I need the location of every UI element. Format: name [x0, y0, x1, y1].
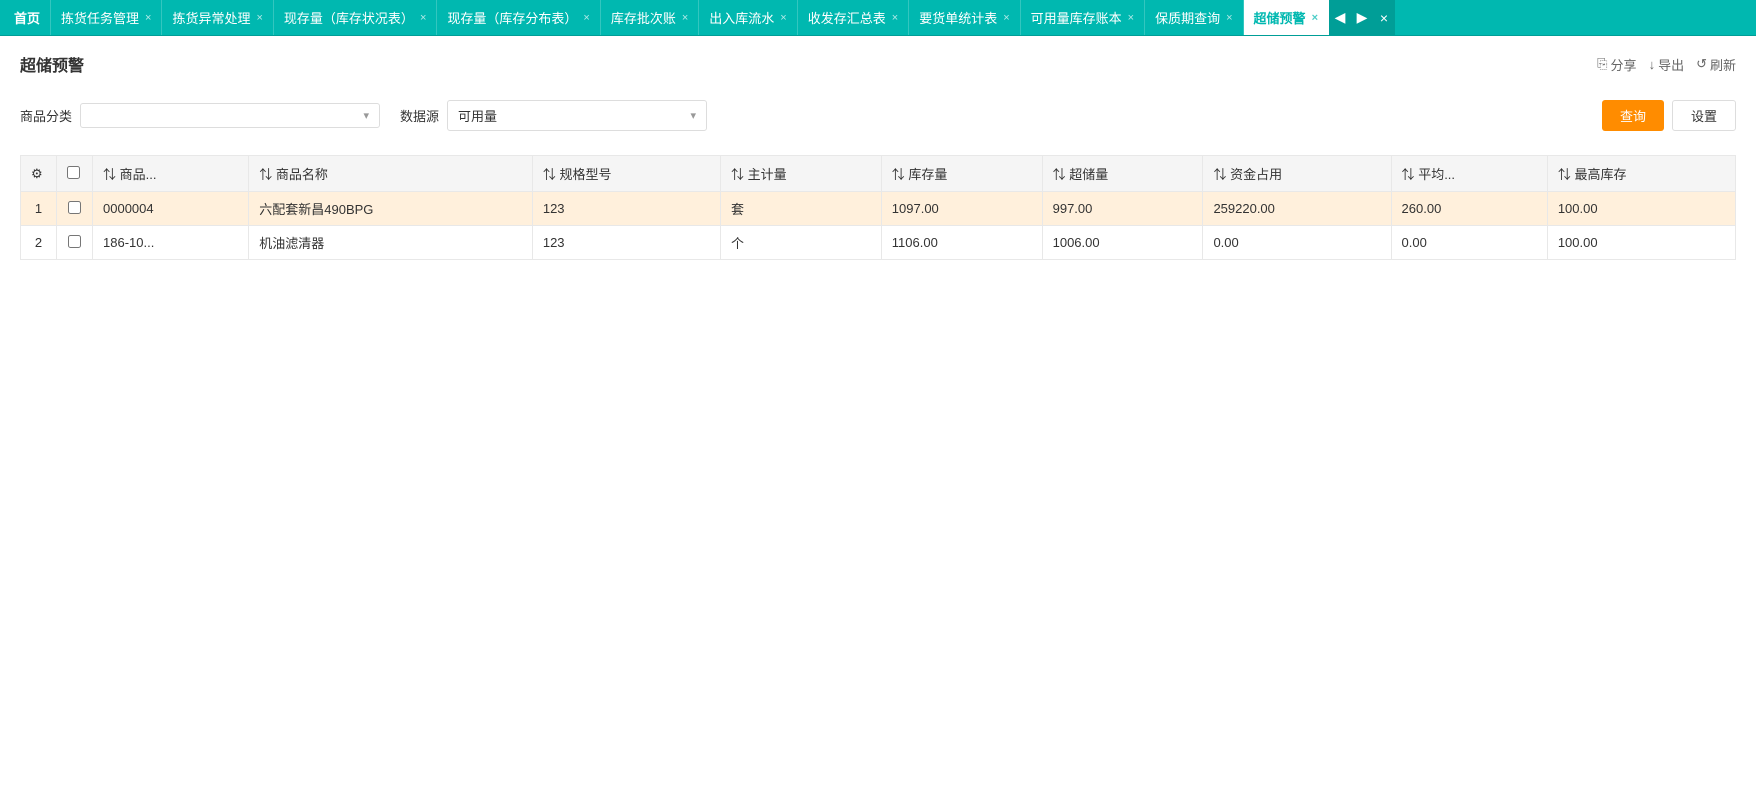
chevron-down-icon: ▾: [363, 109, 369, 122]
table-header-row: ⚙ ⇅ 商品... ⇅ 商品名称 ⇅ 规格型号 ⇅ 主计: [21, 156, 1736, 192]
settings-column-header[interactable]: ⚙: [21, 156, 57, 192]
share-button[interactable]: ⎘ 分享: [1597, 55, 1636, 74]
product-code-header[interactable]: ⇅ 商品...: [93, 156, 249, 192]
nav-tab-inventory-status[interactable]: 现存量（库存状况表） ×: [274, 0, 437, 36]
product-code-cell: 0000004: [93, 192, 249, 226]
nav-tab-overstock-warning[interactable]: 超储预警 ×: [1244, 0, 1329, 36]
overstock-cell: 1006.00: [1042, 226, 1203, 260]
close-icon[interactable]: ×: [145, 12, 151, 24]
row-number: 1: [21, 192, 57, 226]
table-row: 1 0000004六配套新昌490BPG123套1097.00997.002592…: [21, 192, 1736, 226]
overstock-cell: 997.00: [1042, 192, 1203, 226]
nav-tab-batch-account[interactable]: 库存批次账 ×: [601, 0, 699, 36]
product-name-cell: 六配套新昌490BPG: [249, 192, 533, 226]
row-checkbox: [57, 226, 93, 260]
nav-tab-available-inventory[interactable]: 可用量库存账本 ×: [1021, 0, 1145, 36]
page-header: 超储预警 ⎘ 分享 ↓ 导出 ↺ 刷新: [20, 52, 1736, 76]
share-icon: ⎘: [1597, 56, 1607, 72]
close-icon[interactable]: ×: [583, 12, 589, 24]
select-all-checkbox[interactable]: [67, 166, 80, 179]
avg-price-cell: 0.00: [1391, 226, 1547, 260]
spec-header[interactable]: ⇅ 规格型号: [532, 156, 720, 192]
page-container: 超储预警 ⎘ 分享 ↓ 导出 ↺ 刷新 商品分类 ▾ 数据源: [0, 36, 1756, 800]
product-name-cell: 机油滤清器: [249, 226, 533, 260]
max-stock-cell: 100.00: [1547, 192, 1735, 226]
filter-row: 商品分类 ▾ 数据源 可用量 ▾ 查询 设置: [20, 92, 1736, 139]
row-select-checkbox[interactable]: [68, 235, 81, 248]
avg-price-cell: 260.00: [1391, 192, 1547, 226]
unit-cell: 个: [720, 226, 881, 260]
overstock-header[interactable]: ⇅ 超储量: [1042, 156, 1203, 192]
close-icon[interactable]: ×: [1226, 12, 1232, 24]
datasource-select[interactable]: 可用量 ▾: [447, 100, 707, 131]
row-checkbox: [57, 192, 93, 226]
capital-cell: 0.00: [1203, 226, 1391, 260]
settings-button[interactable]: 设置: [1672, 100, 1736, 131]
stock-cell: 1106.00: [881, 226, 1042, 260]
stock-header[interactable]: ⇅ 库存量: [881, 156, 1042, 192]
nav-arrow-right[interactable]: ▶: [1351, 0, 1373, 36]
refresh-button[interactable]: ↺ 刷新: [1696, 55, 1736, 74]
product-name-header[interactable]: ⇅ 商品名称: [249, 156, 533, 192]
unit-header[interactable]: ⇅ 主计量: [720, 156, 881, 192]
spec-cell: 123: [532, 192, 720, 226]
category-filter-group: 商品分类 ▾: [20, 103, 380, 128]
close-icon[interactable]: ×: [892, 12, 898, 24]
close-icon[interactable]: ×: [1003, 12, 1009, 24]
close-icon[interactable]: ×: [780, 12, 786, 24]
checkbox-column-header: [57, 156, 93, 192]
close-icon[interactable]: ×: [1312, 12, 1318, 24]
export-icon: ↓: [1649, 57, 1656, 72]
close-icon[interactable]: ×: [256, 12, 262, 24]
product-code-cell: 186-10...: [93, 226, 249, 260]
top-navigation: 首页 拣货任务管理 × 拣货异常处理 × 现存量（库存状况表） × 现存量（库存…: [0, 0, 1756, 36]
filter-actions: 查询 设置: [1602, 100, 1736, 131]
refresh-icon: ↺: [1696, 56, 1707, 72]
table-row: 2186-10...机油滤清器123个1106.001006.000.000.0…: [21, 226, 1736, 260]
category-select[interactable]: ▾: [80, 103, 380, 128]
nav-tab-flow[interactable]: 出入库流水 ×: [699, 0, 797, 36]
query-button[interactable]: 查询: [1602, 100, 1664, 131]
nav-tab-inventory-dist[interactable]: 现存量（库存分布表） ×: [437, 0, 600, 36]
nav-arrow-close[interactable]: ×: [1373, 0, 1395, 36]
nav-tab-expiry[interactable]: 保质期查询 ×: [1145, 0, 1243, 36]
nav-tab-order-stats[interactable]: 要货单统计表 ×: [909, 0, 1020, 36]
stock-cell: 1097.00: [881, 192, 1042, 226]
chevron-down-icon: ▾: [691, 109, 697, 122]
page-title: 超储预警: [20, 52, 84, 76]
close-icon[interactable]: ×: [1128, 12, 1134, 24]
max-stock-header[interactable]: ⇅ 最高库存: [1547, 156, 1735, 192]
close-icon[interactable]: ×: [682, 12, 688, 24]
row-select-checkbox[interactable]: [68, 201, 81, 214]
header-actions: ⎘ 分享 ↓ 导出 ↺ 刷新: [1597, 55, 1736, 74]
export-button[interactable]: ↓ 导出: [1649, 55, 1685, 74]
datasource-filter-group: 数据源 可用量 ▾: [400, 100, 707, 131]
nav-arrow-left[interactable]: ◀: [1329, 0, 1351, 36]
nav-tab-exception-handling[interactable]: 拣货异常处理 ×: [162, 0, 273, 36]
nav-tab-home[interactable]: 首页: [4, 0, 51, 36]
max-stock-cell: 100.00: [1547, 226, 1735, 260]
row-number: 2: [21, 226, 57, 260]
capital-cell: 259220.00: [1203, 192, 1391, 226]
nav-tab-summary[interactable]: 收发存汇总表 ×: [798, 0, 909, 36]
data-table: ⚙ ⇅ 商品... ⇅ 商品名称 ⇅ 规格型号 ⇅ 主计: [20, 155, 1736, 260]
spec-cell: 123: [532, 226, 720, 260]
datasource-filter-label: 数据源: [400, 106, 439, 125]
avg-price-header[interactable]: ⇅ 平均...: [1391, 156, 1547, 192]
nav-tab-task-management[interactable]: 拣货任务管理 ×: [51, 0, 162, 36]
unit-cell: 套: [720, 192, 881, 226]
category-filter-label: 商品分类: [20, 106, 72, 125]
close-icon[interactable]: ×: [420, 12, 426, 24]
capital-header[interactable]: ⇅ 资金占用: [1203, 156, 1391, 192]
